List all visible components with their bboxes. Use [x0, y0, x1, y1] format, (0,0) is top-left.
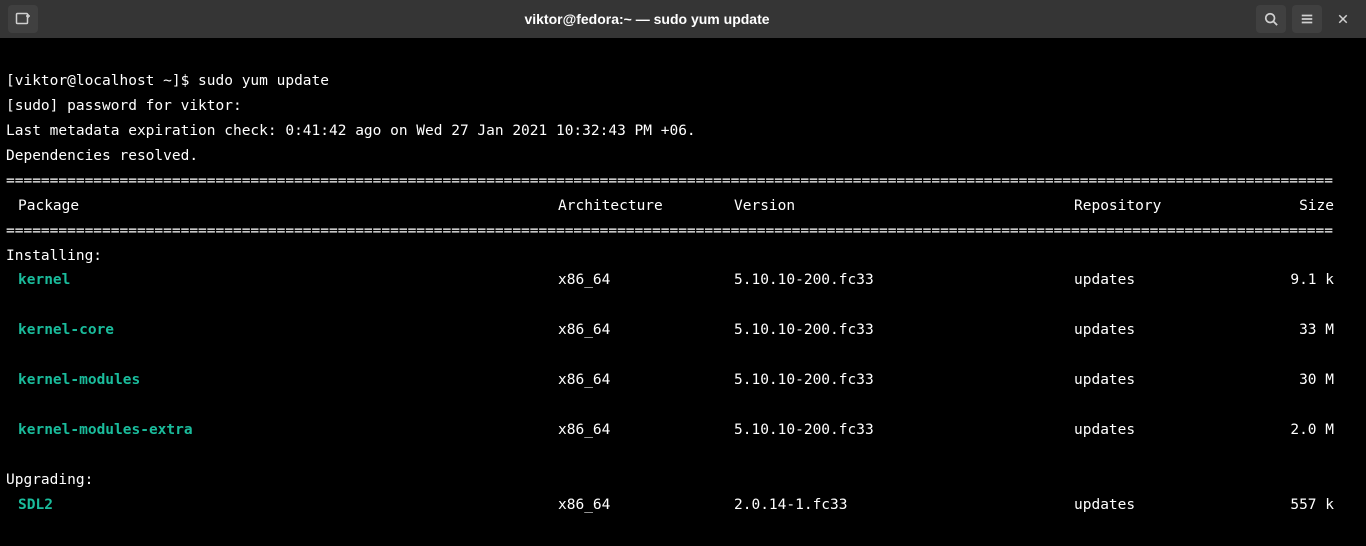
package-size: 9.1 k	[1244, 268, 1334, 293]
prompt-line: [viktor@localhost ~]$ sudo yum update	[6, 73, 329, 89]
divider-bottom: ========================================…	[6, 223, 1333, 239]
package-version: 5.10.10-200.fc33	[734, 418, 1074, 443]
header-size: Size	[1244, 194, 1334, 219]
package-version: 5.10.10-200.fc33	[734, 368, 1074, 393]
hamburger-icon	[1300, 12, 1314, 26]
package-name: kernel	[6, 268, 558, 293]
terminal-plus-icon	[15, 11, 31, 27]
package-arch: x86_64	[558, 368, 734, 393]
package-repo: updates	[1074, 368, 1244, 393]
package-repo: updates	[1074, 268, 1244, 293]
table-header-row: PackageArchitectureVersionRepositorySize	[6, 198, 1334, 214]
package-version: 2.0.14-1.fc33	[734, 493, 1074, 518]
table-row: SDL2x86_642.0.14-1.fc33updates557 k	[6, 493, 1360, 518]
package-size: 33 M	[1244, 318, 1334, 343]
package-name: SDL2	[6, 493, 558, 518]
menu-button[interactable]	[1292, 5, 1322, 33]
package-repo: updates	[1074, 418, 1244, 443]
package-size: 2.0 M	[1244, 418, 1334, 443]
package-repo: updates	[1074, 493, 1244, 518]
header-version: Version	[734, 194, 1074, 219]
search-button[interactable]	[1256, 5, 1286, 33]
package-arch: x86_64	[558, 318, 734, 343]
section-installing: Installing:	[6, 248, 102, 264]
package-arch: x86_64	[558, 418, 734, 443]
table-row: kernel-modulesx86_645.10.10-200.fc33upda…	[6, 368, 1360, 393]
header-package: Package	[6, 194, 558, 219]
header-architecture: Architecture	[558, 194, 734, 219]
metadata-line: Last metadata expiration check: 0:41:42 …	[6, 123, 696, 139]
package-arch: x86_64	[558, 268, 734, 293]
close-button[interactable]	[1328, 5, 1358, 33]
table-row: kernel-corex86_645.10.10-200.fc33updates…	[6, 318, 1360, 343]
divider-top: ========================================…	[6, 173, 1333, 189]
table-row: kernelx86_645.10.10-200.fc33updates9.1 k	[6, 268, 1360, 293]
package-name: kernel-core	[6, 318, 558, 343]
package-version: 5.10.10-200.fc33	[734, 268, 1074, 293]
close-icon	[1337, 13, 1349, 25]
table-row: kernel-modules-extrax86_645.10.10-200.fc…	[6, 418, 1360, 443]
sudo-password-line: [sudo] password for viktor:	[6, 98, 242, 114]
package-repo: updates	[1074, 318, 1244, 343]
terminal-output[interactable]: [viktor@localhost ~]$ sudo yum update [s…	[0, 38, 1366, 546]
search-icon	[1264, 12, 1278, 26]
package-name: kernel-modules-extra	[6, 418, 558, 443]
header-repository: Repository	[1074, 194, 1244, 219]
window-title: viktor@fedora:~ — sudo yum update	[44, 11, 1250, 27]
new-tab-button[interactable]	[8, 5, 38, 33]
package-name: kernel-modules	[6, 368, 558, 393]
deps-resolved-line: Dependencies resolved.	[6, 148, 198, 164]
package-size: 557 k	[1244, 493, 1334, 518]
package-version: 5.10.10-200.fc33	[734, 318, 1074, 343]
package-size: 30 M	[1244, 368, 1334, 393]
titlebar: viktor@fedora:~ — sudo yum update	[0, 0, 1366, 38]
package-arch: x86_64	[558, 493, 734, 518]
section-upgrading: Upgrading:	[6, 472, 93, 488]
titlebar-right	[1256, 5, 1358, 33]
